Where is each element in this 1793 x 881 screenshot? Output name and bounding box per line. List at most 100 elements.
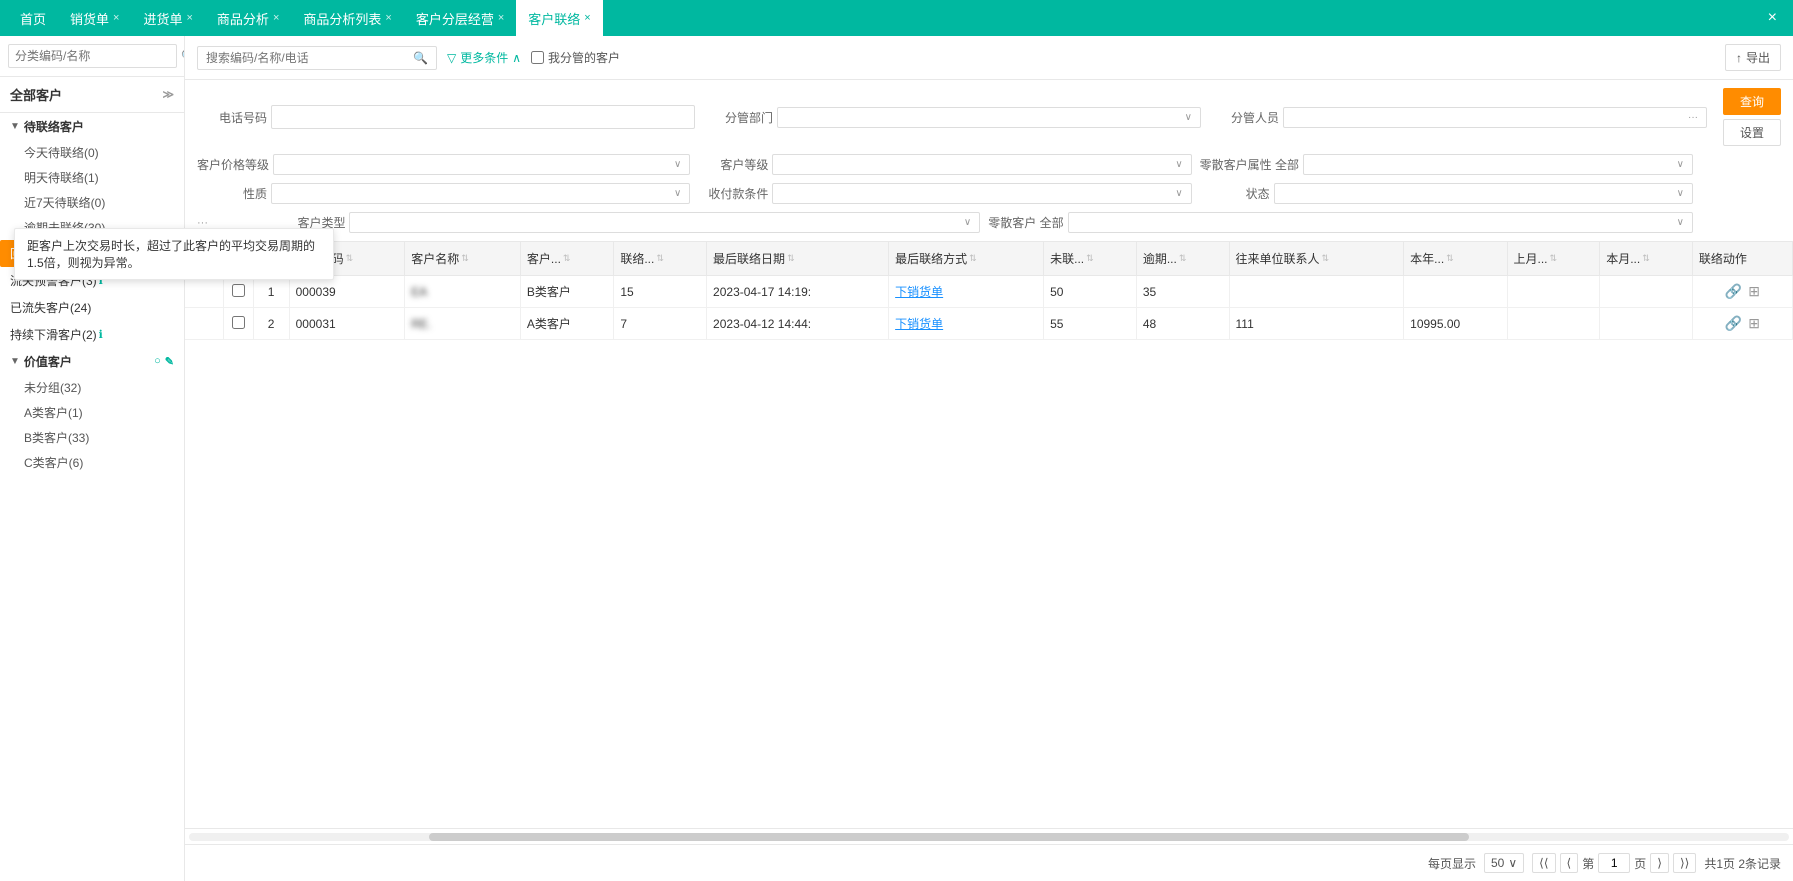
col-last-contact-date-header[interactable]: 最后联络日期⇅ bbox=[707, 242, 889, 276]
scatter-customer-label: 零散客户 全部 bbox=[988, 214, 1063, 231]
col-current-month-header[interactable]: 本月...⇅ bbox=[1600, 242, 1693, 276]
col-current-year-header[interactable]: 本年...⇅ bbox=[1404, 242, 1507, 276]
customer-level-select[interactable]: ∨ bbox=[772, 154, 1191, 175]
status-select[interactable]: ∨ bbox=[1274, 183, 1693, 204]
first-page-button[interactable]: ⟨⟨ bbox=[1532, 853, 1555, 873]
sidebar: 🔍 全部客户 ≫ ▼ 待联络客户 今天待联络(0) 明天待联络(1) 近7天待联… bbox=[0, 36, 185, 881]
col-last-month-header[interactable]: 上月...⇅ bbox=[1507, 242, 1600, 276]
row2-contact-method-link[interactable]: 下销货单 bbox=[895, 317, 943, 331]
per-page-select[interactable]: 50 ∨ bbox=[1484, 853, 1524, 873]
col-contact-person-header[interactable]: 往来单位联系人⇅ bbox=[1229, 242, 1404, 276]
customer-level-field: 客户等级 ∨ bbox=[698, 154, 1191, 175]
value-customer-section-header[interactable]: ▼ 价值客户 ○ ✎ bbox=[0, 348, 184, 375]
scatter-attr-select[interactable]: ∨ bbox=[1303, 154, 1693, 175]
col-uncontacted-label: 未联... bbox=[1050, 250, 1084, 267]
nav-customer-segment[interactable]: 客户分层经营 × bbox=[404, 0, 516, 36]
nav-product-analysis-close[interactable]: × bbox=[273, 12, 279, 24]
declining-label: 持续下滑客户(2) bbox=[10, 326, 97, 343]
col-category-label: 客户... bbox=[527, 250, 561, 267]
price-level-select[interactable]: ∨ bbox=[273, 154, 690, 175]
scatter-customer-select[interactable]: ∨ bbox=[1068, 212, 1693, 233]
nav-product-list-close[interactable]: × bbox=[385, 12, 391, 24]
more-conditions-btn[interactable]: ▽ 更多条件 ∧ bbox=[447, 49, 521, 66]
pending-section-header[interactable]: ▼ 待联络客户 bbox=[0, 113, 184, 140]
col-contact-header[interactable]: 联络...⇅ bbox=[614, 242, 707, 276]
value-customer-edit-icon[interactable]: ✎ bbox=[165, 355, 174, 368]
nav-product-analysis[interactable]: 商品分析 × bbox=[205, 0, 291, 36]
col-category-header[interactable]: 客户...⇅ bbox=[520, 242, 613, 276]
filter-search-icon[interactable]: 🔍 bbox=[413, 51, 428, 65]
row1-contact-method-link[interactable]: 下销货单 bbox=[895, 285, 943, 299]
col-uncontacted-sort-icon: ⇅ bbox=[1086, 253, 1094, 264]
nav-customer-contact[interactable]: 客户联络 × bbox=[516, 0, 602, 36]
more-filter-btn[interactable]: ··· bbox=[197, 217, 208, 229]
last-page-button[interactable]: ⟩⟩ bbox=[1673, 853, 1696, 873]
export-button[interactable]: ↑ 导出 bbox=[1725, 44, 1781, 71]
nav-purchase-close[interactable]: × bbox=[186, 12, 192, 24]
query-button[interactable]: 查询 bbox=[1723, 88, 1781, 115]
col-uncontacted-header[interactable]: 未联...⇅ bbox=[1044, 242, 1137, 276]
row1-link-icon[interactable]: 🔗 bbox=[1725, 283, 1742, 300]
sidebar-search-input[interactable] bbox=[8, 44, 177, 68]
row1-actions: 🔗 ⊞ bbox=[1692, 276, 1792, 308]
row2-link-icon[interactable]: 🔗 bbox=[1725, 315, 1742, 332]
col-name-header[interactable]: 客户名称⇅ bbox=[405, 242, 521, 276]
row1-current-month bbox=[1600, 276, 1693, 308]
filter-bar: 🔍 ▽ 更多条件 ∧ 我分管的客户 ↑ 导出 bbox=[185, 36, 1793, 80]
row2-select-checkbox[interactable] bbox=[232, 316, 245, 329]
nav-customer-segment-close[interactable]: × bbox=[498, 12, 504, 24]
a-class-item[interactable]: A类客户(1) bbox=[0, 400, 184, 425]
sidebar-collapse-icon[interactable]: ≫ bbox=[162, 88, 174, 101]
declining-item[interactable]: 持续下滑客户(2) ℹ bbox=[0, 321, 184, 348]
nav-product-analysis-label: 商品分析 bbox=[217, 9, 269, 28]
row1-uncontacted: 50 bbox=[1044, 276, 1137, 308]
row2-last-contact-method[interactable]: 下销货单 bbox=[889, 308, 1044, 340]
close-all-button[interactable]: × bbox=[1760, 9, 1785, 27]
nature-caret: ∨ bbox=[674, 188, 681, 199]
c-class-item[interactable]: C类客户(6) bbox=[0, 450, 184, 475]
today-pending-item[interactable]: 今天待联络(0) bbox=[0, 140, 184, 165]
settings-button[interactable]: 设置 bbox=[1723, 119, 1781, 146]
nav-product-list[interactable]: 商品分析列表 × bbox=[291, 0, 403, 36]
horizontal-scrollbar-thumb[interactable] bbox=[429, 833, 1469, 841]
nav-home[interactable]: 首页 bbox=[8, 0, 58, 36]
phone-input[interactable] bbox=[271, 105, 695, 129]
row1-settings bbox=[185, 276, 223, 308]
my-customers-checkbox-area: 我分管的客户 bbox=[531, 49, 620, 66]
payment-select[interactable]: ∨ bbox=[772, 183, 1191, 204]
customer-type-select[interactable]: ∨ bbox=[349, 212, 980, 233]
row1-grid-icon[interactable]: ⊞ bbox=[1748, 283, 1760, 300]
filter-search-input[interactable] bbox=[206, 51, 409, 65]
tomorrow-pending-item[interactable]: 明天待联络(1) bbox=[0, 165, 184, 190]
page-label: 第 bbox=[1582, 855, 1594, 872]
nav-customer-contact-close[interactable]: × bbox=[584, 12, 590, 24]
value-customer-refresh-icon[interactable]: ○ bbox=[154, 355, 161, 368]
sidebar-all-customers[interactable]: 全部客户 ≫ bbox=[0, 77, 184, 113]
prev-page-button[interactable]: ⟨ bbox=[1560, 853, 1579, 873]
my-customers-checkbox[interactable] bbox=[531, 51, 544, 64]
page-number-input[interactable] bbox=[1598, 853, 1630, 873]
b-class-item[interactable]: B类客户(33) bbox=[0, 425, 184, 450]
row1-contact-person bbox=[1229, 276, 1404, 308]
nature-select[interactable]: ∨ bbox=[271, 183, 690, 204]
nav-sales-close[interactable]: × bbox=[113, 12, 119, 24]
churned-item[interactable]: 已流失客户(24) bbox=[0, 294, 184, 321]
row2-grid-icon[interactable]: ⊞ bbox=[1748, 315, 1760, 332]
person-select[interactable]: ··· bbox=[1283, 107, 1707, 128]
filter-row-1: 电话号码 分管部门 ∨ 分管人员 ··· bbox=[197, 88, 1781, 146]
nav-purchase[interactable]: 进货单 × bbox=[131, 0, 204, 36]
nav-sales[interactable]: 销货单 × bbox=[58, 0, 131, 36]
horizontal-scrollbar[interactable] bbox=[189, 833, 1789, 841]
dept-select[interactable]: ∨ bbox=[777, 107, 1201, 128]
col-last-contact-method-header[interactable]: 最后联络方式⇅ bbox=[889, 242, 1044, 276]
col-overdue-header[interactable]: 逾期...⇅ bbox=[1136, 242, 1229, 276]
scatter-attr-field: 零散客户属性 全部 ∨ bbox=[1200, 154, 1693, 175]
row1-last-contact-method[interactable]: 下销货单 bbox=[889, 276, 1044, 308]
week-pending-item[interactable]: 近7天待联络(0) bbox=[0, 190, 184, 215]
row2-name: RE. bbox=[405, 308, 521, 340]
unclassified-item[interactable]: 未分组(32) bbox=[0, 375, 184, 400]
row1-select-checkbox[interactable] bbox=[232, 284, 245, 297]
nature-field: 性质 ∨ bbox=[197, 183, 690, 204]
declining-info-icon[interactable]: ℹ bbox=[99, 328, 103, 341]
next-page-button[interactable]: ⟩ bbox=[1650, 853, 1669, 873]
